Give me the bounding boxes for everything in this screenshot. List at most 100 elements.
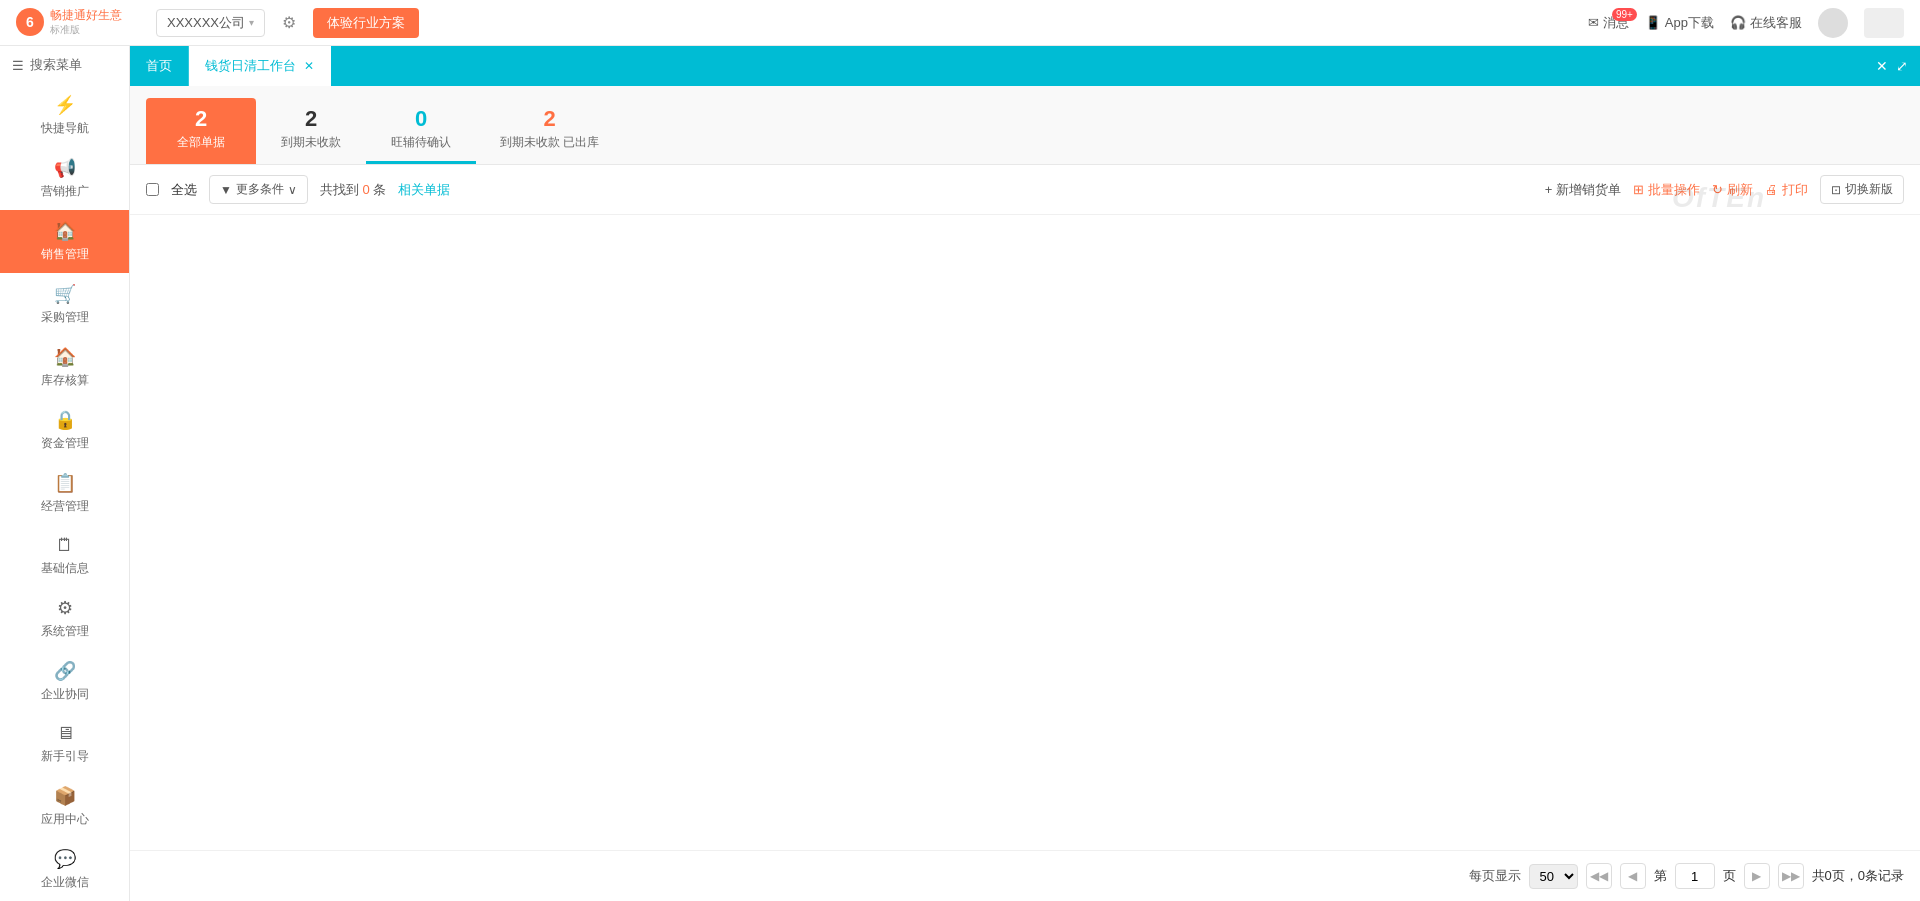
sidebar-item-app-center[interactable]: 📦 应用中心 bbox=[0, 775, 129, 838]
nav-tab-actions: ✕ ⤢ bbox=[1876, 58, 1920, 74]
settings-button[interactable]: ⚙ bbox=[273, 7, 305, 39]
tab-all-count: 2 bbox=[195, 106, 207, 132]
next-page-button[interactable]: ▶ bbox=[1744, 863, 1770, 889]
guide-icon: 🖥 bbox=[56, 723, 74, 744]
per-page-select[interactable]: 50 bbox=[1529, 864, 1578, 889]
logo-name: 畅捷通好生意 bbox=[50, 8, 122, 22]
basic-icon: 🗒 bbox=[56, 535, 74, 556]
app-center-icon: 📦 bbox=[54, 785, 76, 807]
sales-icon: 🏠 bbox=[54, 220, 76, 242]
tab-home-label: 首页 bbox=[146, 57, 172, 75]
prev-page-button[interactable]: ◀ bbox=[1620, 863, 1646, 889]
app-download-button[interactable]: 📱 App下载 bbox=[1645, 14, 1714, 32]
sidebar-item-enterprise[interactable]: 🔗 企业协同 bbox=[0, 650, 129, 713]
toolbar: 全选 ▼ 更多条件 ∨ 共找到 0 条 相关单据 + 新增销货单 ⊞ 批量操作 bbox=[130, 165, 1920, 215]
sidebar-item-search[interactable]: ☰ 搜索菜单 bbox=[0, 46, 129, 84]
first-page-button[interactable]: ◀◀ bbox=[1586, 863, 1612, 889]
tab-workbench-label: 钱货日清工作台 bbox=[205, 57, 296, 75]
company-selector[interactable]: XXXXXX公司 ▾ bbox=[156, 9, 265, 37]
tab-overdue-count: 2 bbox=[305, 106, 317, 132]
status-tab-overdue-out[interactable]: 2 到期未收款 已出库 bbox=[476, 98, 623, 164]
logo-sub: 标准版 bbox=[50, 23, 122, 37]
filter-chevron: ∨ bbox=[288, 183, 297, 197]
last-page-button[interactable]: ▶▶ bbox=[1778, 863, 1804, 889]
toolbar-right: + 新增销货单 ⊞ 批量操作 ↻ 刷新 🖨 打印 ⊡ 切换新版 bbox=[1545, 175, 1904, 204]
maximize-icon[interactable]: ⤢ bbox=[1896, 58, 1908, 74]
chevron-down-icon: ▾ bbox=[249, 17, 254, 28]
sidebar-item-inventory[interactable]: 🏠 库存核算 bbox=[0, 336, 129, 399]
related-docs-link[interactable]: 相关单据 bbox=[398, 181, 450, 199]
tab-all-label: 全部单据 bbox=[177, 134, 225, 151]
online-service-button[interactable]: 🎧 在线客服 bbox=[1730, 14, 1802, 32]
total-info: 共0页，0条记录 bbox=[1812, 867, 1904, 885]
sidebar-item-purchase[interactable]: 🛒 采购管理 bbox=[0, 273, 129, 336]
per-page-label: 每页显示 bbox=[1469, 867, 1521, 885]
minimize-icon[interactable]: ✕ bbox=[1876, 58, 1888, 74]
headset-icon: 🎧 bbox=[1730, 15, 1746, 30]
print-icon: 🖨 bbox=[1765, 182, 1778, 197]
pagination: 每页显示 50 ◀◀ ◀ 第 页 ▶ ▶▶ 共0页，0条记录 bbox=[130, 850, 1920, 901]
status-tabs: 2 全部单据 2 到期未收款 0 旺辅待确认 2 到期未收款 已出库 bbox=[130, 86, 1920, 165]
tab-workbench[interactable]: 钱货日清工作台 ✕ bbox=[189, 46, 331, 86]
batch-operation-button[interactable]: ⊞ 批量操作 bbox=[1633, 181, 1700, 199]
sidebar: ☰ 搜索菜单 ⚡ 快捷导航 📢 营销推广 🏠 销售管理 🛒 采购管理 🏠 库存核… bbox=[0, 0, 130, 901]
tab-home[interactable]: 首页 bbox=[130, 46, 189, 86]
refresh-button[interactable]: ↻ 刷新 bbox=[1712, 181, 1753, 199]
tab-overdue-label: 到期未收款 bbox=[281, 134, 341, 151]
switch-version-button[interactable]: ⊡ 切换新版 bbox=[1820, 175, 1904, 204]
nav-tabs: 首页 钱货日清工作台 ✕ ✕ ⤢ bbox=[130, 46, 1920, 86]
status-tab-all[interactable]: 2 全部单据 bbox=[146, 98, 256, 164]
main-content: 2 全部单据 2 到期未收款 0 旺辅待确认 2 到期未收款 已出库 全选 ▼ … bbox=[130, 86, 1920, 901]
online-service-label: 在线客服 bbox=[1750, 14, 1802, 32]
purchase-icon: 🛒 bbox=[54, 283, 76, 305]
select-all-label: 全选 bbox=[171, 181, 197, 199]
add-sales-order-button[interactable]: + 新增销货单 bbox=[1545, 181, 1621, 199]
content-area: 2 全部单据 2 到期未收款 0 旺辅待确认 2 到期未收款 已出库 全选 ▼ … bbox=[130, 86, 1920, 901]
top-right-area: ✉ 消息 99+ 📱 App下载 🎧 在线客服 bbox=[1588, 8, 1904, 38]
logo-icon: 6 bbox=[16, 8, 44, 36]
finance-icon: 🔒 bbox=[54, 409, 76, 431]
close-tab-icon[interactable]: ✕ bbox=[304, 59, 314, 73]
switch-icon: ⊡ bbox=[1831, 183, 1841, 197]
sidebar-item-finance[interactable]: 🔒 资金管理 bbox=[0, 399, 129, 462]
sidebar-item-marketing[interactable]: 📢 营销推广 bbox=[0, 147, 129, 210]
sidebar-item-weixin[interactable]: 💬 企业微信 bbox=[0, 838, 129, 901]
weixin-icon: 💬 bbox=[54, 848, 76, 870]
search-icon: ☰ bbox=[12, 58, 24, 73]
operation-icon: 📋 bbox=[54, 472, 76, 494]
tab-pending-count: 0 bbox=[415, 106, 427, 132]
top-bar: 6 畅捷通好生意 标准版 XXXXXX公司 ▾ ⚙ 体验行业方案 ✉ 消息 99… bbox=[0, 0, 1920, 46]
trial-button[interactable]: 体验行业方案 bbox=[313, 8, 419, 38]
print-button[interactable]: 🖨 打印 bbox=[1765, 181, 1808, 199]
found-text: 共找到 0 条 bbox=[320, 181, 386, 199]
refresh-icon: ↻ bbox=[1712, 182, 1723, 197]
sidebar-item-sales[interactable]: 🏠 销售管理 bbox=[0, 210, 129, 273]
status-tab-pending[interactable]: 0 旺辅待确认 bbox=[366, 98, 476, 164]
sidebar-item-operation[interactable]: 📋 经营管理 bbox=[0, 462, 129, 525]
quick-nav-icon: ⚡ bbox=[54, 94, 76, 116]
tab-pending-label: 旺辅待确认 bbox=[391, 134, 451, 151]
enterprise-icon: 🔗 bbox=[54, 660, 76, 682]
select-all-checkbox[interactable] bbox=[146, 183, 159, 196]
sidebar-item-quick-nav[interactable]: ⚡ 快捷导航 bbox=[0, 84, 129, 147]
sidebar-item-system[interactable]: ⚙ 系统管理 bbox=[0, 587, 129, 650]
message-button[interactable]: ✉ 消息 99+ bbox=[1588, 14, 1629, 32]
page-label: 第 bbox=[1654, 867, 1667, 885]
message-icon: ✉ bbox=[1588, 15, 1599, 30]
filter-button[interactable]: ▼ 更多条件 ∨ bbox=[209, 175, 308, 204]
avatar[interactable] bbox=[1818, 8, 1848, 38]
logo-area: 6 畅捷通好生意 标准版 bbox=[16, 8, 146, 36]
message-badge: 99+ bbox=[1612, 8, 1637, 21]
page-number-input[interactable] bbox=[1675, 863, 1715, 889]
sidebar-item-guide[interactable]: 🖥 新手引导 bbox=[0, 713, 129, 775]
page-suffix: 页 bbox=[1723, 867, 1736, 885]
batch-icon: ⊞ bbox=[1633, 182, 1644, 197]
app-label: App下载 bbox=[1665, 14, 1714, 32]
tab-overdue-out-label: 到期未收款 已出库 bbox=[500, 134, 599, 151]
company-name: XXXXXX公司 bbox=[167, 14, 245, 32]
user-menu[interactable] bbox=[1864, 8, 1904, 38]
status-tab-overdue[interactable]: 2 到期未收款 bbox=[256, 98, 366, 164]
sidebar-item-basic[interactable]: 🗒 基础信息 bbox=[0, 525, 129, 587]
system-icon: ⚙ bbox=[57, 597, 73, 619]
found-count: 0 bbox=[363, 182, 370, 197]
